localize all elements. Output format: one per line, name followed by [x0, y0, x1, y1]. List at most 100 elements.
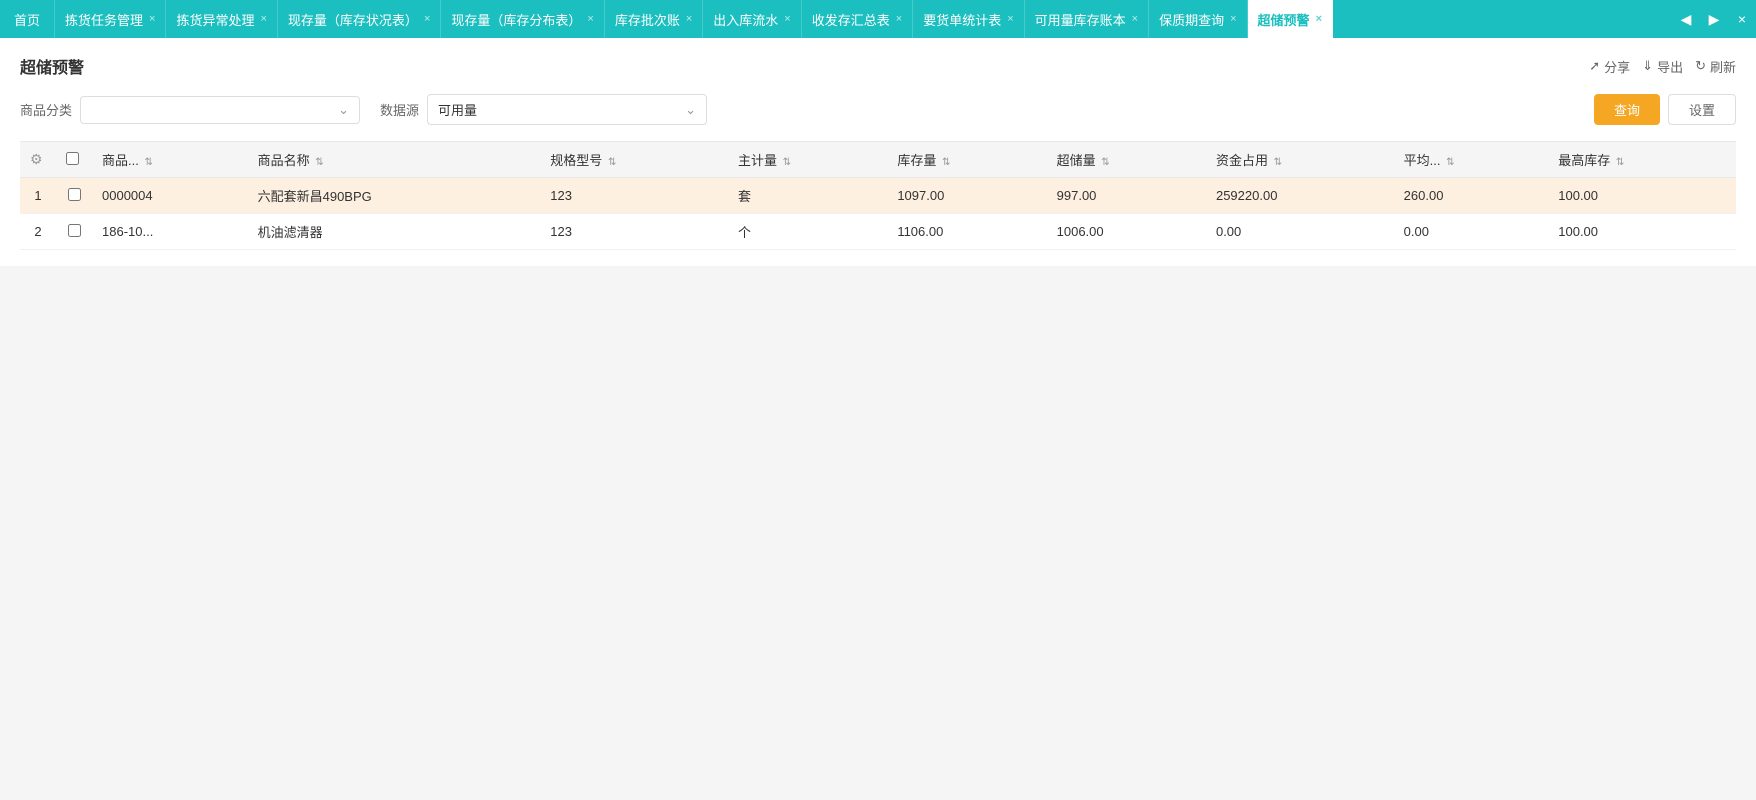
- col-header-over[interactable]: 超储量 ⇅: [1047, 142, 1206, 178]
- page-header: 超储预警 ➚ 分享 ⇓ 导出 ↻ 刷新: [20, 54, 1736, 78]
- sort-icon: ⇅: [1101, 157, 1109, 168]
- row-capital: 0.00: [1206, 214, 1394, 250]
- export-icon: ⇓: [1642, 58, 1653, 74]
- row-code: 186-10...: [92, 214, 248, 250]
- sort-icon: ⇅: [1274, 157, 1282, 168]
- datasource-filter-group: 数据源 可用量 ⌄: [380, 94, 707, 125]
- nav-prev-button[interactable]: ◀: [1672, 0, 1700, 38]
- tab-超储预警[interactable]: 超储预警 ×: [1248, 0, 1333, 38]
- category-filter-group: 商品分类 ⌄: [20, 96, 360, 124]
- tab-要货单统计表[interactable]: 要货单统计表 ×: [913, 0, 1024, 38]
- datasource-select[interactable]: 可用量 ⌄: [427, 94, 707, 125]
- row-capital: 259220.00: [1206, 178, 1394, 214]
- col-header-code[interactable]: 商品... ⇅: [92, 142, 248, 178]
- datasource-value: 可用量: [438, 100, 477, 119]
- row-max: 100.00: [1548, 178, 1736, 214]
- col-gear[interactable]: ⚙: [20, 142, 56, 178]
- row-over: 1006.00: [1047, 214, 1206, 250]
- refresh-button[interactable]: ↻ 刷新: [1695, 57, 1736, 76]
- tab-可用量库存账本[interactable]: 可用量库存账本 ×: [1025, 0, 1149, 38]
- chevron-down-icon: ⌄: [685, 102, 696, 118]
- page-title: 超储预警: [20, 54, 84, 78]
- tab-拣货异常处理[interactable]: 拣货异常处理 ×: [166, 0, 277, 38]
- select-all-checkbox[interactable]: [66, 152, 79, 165]
- row-checkbox-cell[interactable]: [56, 214, 92, 250]
- sort-icon: ⇅: [1616, 157, 1624, 168]
- tab-拣货任务管理[interactable]: 拣货任务管理 ×: [55, 0, 166, 38]
- nav-next-button[interactable]: ▶: [1700, 0, 1728, 38]
- table-row: 1 0000004 六配套新昌490BPG 123 套 1097.00 997.…: [20, 178, 1736, 214]
- close-icon[interactable]: ×: [784, 13, 790, 25]
- row-name: 六配套新昌490BPG: [248, 178, 541, 214]
- nav-home[interactable]: 首页: [0, 0, 55, 38]
- close-icon[interactable]: ×: [587, 13, 593, 25]
- data-table: ⚙ 商品... ⇅ 商品名称 ⇅ 规格型号 ⇅ 主计量: [20, 141, 1736, 250]
- refresh-icon: ↻: [1695, 58, 1706, 74]
- col-header-unit[interactable]: 主计量 ⇅: [728, 142, 887, 178]
- nav-close-button[interactable]: ×: [1728, 0, 1756, 38]
- col-header-avg[interactable]: 平均... ⇅: [1394, 142, 1549, 178]
- filter-bar: 商品分类 ⌄ 数据源 可用量 ⌄ 查询 设置: [20, 94, 1736, 125]
- row-checkbox[interactable]: [68, 224, 81, 237]
- col-header-stock[interactable]: 库存量 ⇅: [887, 142, 1046, 178]
- col-select-all[interactable]: [56, 142, 92, 178]
- row-stock: 1097.00: [887, 178, 1046, 214]
- row-avg: 260.00: [1394, 178, 1549, 214]
- row-name: 机油滤清器: [248, 214, 541, 250]
- sort-icon: ⇅: [315, 157, 323, 168]
- row-max: 100.00: [1548, 214, 1736, 250]
- row-code: 0000004: [92, 178, 248, 214]
- table-row: 2 186-10... 机油滤清器 123 个 1106.00 1006.00 …: [20, 214, 1736, 250]
- sort-icon: ⇅: [942, 157, 950, 168]
- close-icon[interactable]: ×: [686, 13, 692, 25]
- filter-buttons: 查询 设置: [1594, 94, 1736, 125]
- col-header-capital[interactable]: 资金占用 ⇅: [1206, 142, 1394, 178]
- close-icon[interactable]: ×: [896, 13, 902, 25]
- table-header-row: ⚙ 商品... ⇅ 商品名称 ⇅ 规格型号 ⇅ 主计量: [20, 142, 1736, 178]
- sort-icon: ⇅: [1446, 157, 1454, 168]
- sort-icon: ⇅: [608, 157, 616, 168]
- close-icon[interactable]: ×: [424, 13, 430, 25]
- row-spec: 123: [540, 214, 728, 250]
- close-icon[interactable]: ×: [1230, 13, 1236, 25]
- settings-button[interactable]: 设置: [1668, 94, 1736, 125]
- tab-现存量库存分布表[interactable]: 现存量（库存分布表） ×: [441, 0, 604, 38]
- row-over: 997.00: [1047, 178, 1206, 214]
- col-header-spec[interactable]: 规格型号 ⇅: [540, 142, 728, 178]
- row-checkbox-cell[interactable]: [56, 178, 92, 214]
- row-index: 1: [20, 178, 56, 214]
- close-icon[interactable]: ×: [149, 13, 155, 25]
- chevron-down-icon: ⌄: [338, 102, 349, 118]
- row-stock: 1106.00: [887, 214, 1046, 250]
- col-header-name[interactable]: 商品名称 ⇅: [248, 142, 541, 178]
- close-icon[interactable]: ×: [1316, 13, 1322, 25]
- page-content: 超储预警 ➚ 分享 ⇓ 导出 ↻ 刷新 商品分类 ⌄ 数据源: [0, 38, 1756, 266]
- col-header-max[interactable]: 最高库存 ⇅: [1548, 142, 1736, 178]
- row-checkbox[interactable]: [68, 188, 81, 201]
- share-button[interactable]: ➚ 分享: [1589, 57, 1630, 76]
- sort-icon: ⇅: [144, 157, 152, 168]
- tab-库存批次账[interactable]: 库存批次账 ×: [605, 0, 703, 38]
- close-icon[interactable]: ×: [260, 13, 266, 25]
- close-icon[interactable]: ×: [1132, 13, 1138, 25]
- category-label: 商品分类: [20, 100, 72, 119]
- row-avg: 0.00: [1394, 214, 1549, 250]
- query-button[interactable]: 查询: [1594, 94, 1660, 125]
- share-icon: ➚: [1589, 58, 1600, 74]
- top-navigation: 首页 拣货任务管理 × 拣货异常处理 × 现存量（库存状况表） × 现存量（库存…: [0, 0, 1756, 38]
- datasource-label: 数据源: [380, 100, 419, 119]
- row-index: 2: [20, 214, 56, 250]
- export-button[interactable]: ⇓ 导出: [1642, 57, 1683, 76]
- sort-icon: ⇅: [783, 157, 791, 168]
- row-spec: 123: [540, 178, 728, 214]
- tab-现存量库存状况表[interactable]: 现存量（库存状况表） ×: [278, 0, 441, 38]
- close-icon[interactable]: ×: [1007, 13, 1013, 25]
- tab-保质期查询[interactable]: 保质期查询 ×: [1149, 0, 1247, 38]
- tab-收发存汇总表[interactable]: 收发存汇总表 ×: [802, 0, 913, 38]
- header-actions: ➚ 分享 ⇓ 导出 ↻ 刷新: [1589, 57, 1736, 76]
- row-unit: 个: [728, 214, 887, 250]
- row-unit: 套: [728, 178, 887, 214]
- category-select[interactable]: ⌄: [80, 96, 360, 124]
- gear-icon[interactable]: ⚙: [30, 151, 43, 167]
- tab-出入库流水[interactable]: 出入库流水 ×: [703, 0, 801, 38]
